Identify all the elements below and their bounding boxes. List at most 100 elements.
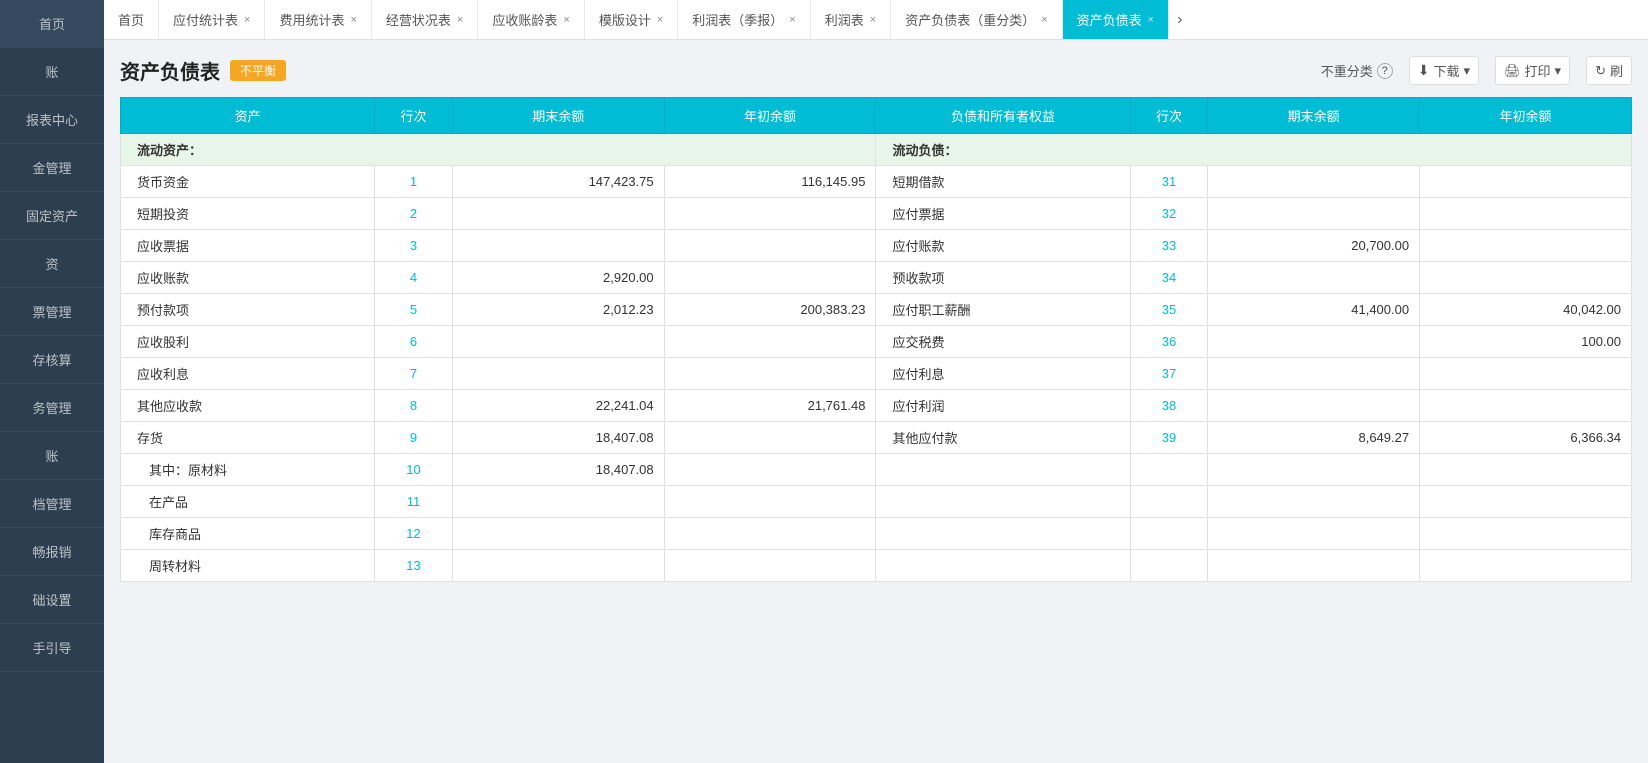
end-balance-right: 20,700.00 xyxy=(1208,230,1420,262)
page-title: 资产负债表 xyxy=(120,56,220,85)
tab-profit[interactable]: 利润表× xyxy=(811,0,891,40)
end-balance-right xyxy=(1208,262,1420,294)
col-row-num: 行次 xyxy=(375,98,453,134)
end-balance-right xyxy=(1208,390,1420,422)
asset-name: 应收股利 xyxy=(121,326,375,358)
row-num-left: 13 xyxy=(375,550,453,582)
row-num-right: 36 xyxy=(1130,326,1208,358)
end-balance-left: 2,012.23 xyxy=(452,294,664,326)
tab-balance-sheet[interactable]: 资产负债表× xyxy=(1063,0,1169,40)
year-start-right xyxy=(1420,454,1632,486)
sidebar-item-inventory[interactable]: 存核算 xyxy=(0,336,104,384)
sidebar-item-invoice-mgmt[interactable]: 票管理 xyxy=(0,288,104,336)
close-tab-balance-reclassified[interactable]: × xyxy=(1041,14,1047,26)
year-start-right xyxy=(1420,262,1632,294)
table-row: 应收利息 7 应付利息 37 xyxy=(121,358,1632,390)
year-start-left xyxy=(664,550,876,582)
end-balance-right: 8,649.27 xyxy=(1208,422,1420,454)
col-row-num2: 行次 xyxy=(1130,98,1208,134)
year-start-right xyxy=(1420,486,1632,518)
liability-name: 应付职工薪酬 xyxy=(876,294,1130,326)
asset-name: 货币资金 xyxy=(121,166,375,198)
end-balance-right xyxy=(1208,358,1420,390)
end-balance-left xyxy=(452,326,664,358)
sidebar-item-tax-mgmt[interactable]: 务管理 xyxy=(0,384,104,432)
table-row: 应收账款 4 2,920.00 预收款项 34 xyxy=(121,262,1632,294)
close-tab-payable-stats[interactable]: × xyxy=(244,14,250,26)
close-tab-expense-stats[interactable]: × xyxy=(350,14,356,26)
tab-profit-quarterly[interactable]: 利润表（季报）× xyxy=(678,0,810,40)
sidebar-item-ledger[interactable]: 账 xyxy=(0,48,104,96)
liability-name xyxy=(876,550,1130,582)
table-row: 预付款项 5 2,012.23 200,383.23 应付职工薪酬 35 41,… xyxy=(121,294,1632,326)
table-row: 库存商品 12 xyxy=(121,518,1632,550)
end-balance-left: 18,407.08 xyxy=(452,422,664,454)
tab-operations[interactable]: 经营状况表× xyxy=(372,0,478,40)
table-row: 应收股利 6 应交税费 36 100.00 xyxy=(121,326,1632,358)
toolbar-right: 不重分类 ? ⬇ 下载 ▾ 🖨 打印 ▾ ↻ 刷 xyxy=(1321,56,1632,85)
sidebar-item-fixed-assets[interactable]: 固定资产 xyxy=(0,192,104,240)
close-tab-template-design[interactable]: × xyxy=(657,14,663,26)
asset-name: 存货 xyxy=(121,422,375,454)
close-tab-operations[interactable]: × xyxy=(457,14,463,26)
content-area: 资产负债表 不平衡 不重分类 ? ⬇ 下载 ▾ 🖨 打印 ▾ xyxy=(104,40,1648,763)
help-icon[interactable]: ? xyxy=(1377,63,1393,79)
sidebar-item-home[interactable]: 首页 xyxy=(0,0,104,48)
print-chevron-icon: ▾ xyxy=(1555,63,1562,79)
end-balance-left xyxy=(452,358,664,390)
liability-name: 应交税费 xyxy=(876,326,1130,358)
close-tab-profit[interactable]: × xyxy=(870,14,876,26)
year-start-left xyxy=(664,518,876,550)
end-balance-left: 147,423.75 xyxy=(452,166,664,198)
sidebar-item-fund-mgmt[interactable]: 金管理 xyxy=(0,144,104,192)
sidebar-item-accounting[interactable]: 账 xyxy=(0,432,104,480)
tab-payable-stats[interactable]: 应付统计表× xyxy=(159,0,265,40)
print-button[interactable]: 🖨 打印 ▾ xyxy=(1495,56,1570,85)
close-tab-receivable-aging[interactable]: × xyxy=(563,14,569,26)
tab-template-design[interactable]: 模版设计× xyxy=(585,0,678,40)
tab-bar: 首页 应付统计表× 费用统计表× 经营状况表× 应收账龄表× 模版设计× 利润表… xyxy=(104,0,1648,40)
main-area: 首页 应付统计表× 费用统计表× 经营状况表× 应收账龄表× 模版设计× 利润表… xyxy=(104,0,1648,763)
row-num-left: 5 xyxy=(375,294,453,326)
year-start-left xyxy=(664,326,876,358)
sidebar-item-guide[interactable]: 手引导 xyxy=(0,624,104,672)
sidebar-item-capital[interactable]: 资 xyxy=(0,240,104,288)
end-balance-right: 41,400.00 xyxy=(1208,294,1420,326)
end-balance-left: 18,407.08 xyxy=(452,454,664,486)
classify-toggle[interactable]: 不重分类 ? xyxy=(1321,61,1393,80)
tab-home[interactable]: 首页 xyxy=(104,0,159,40)
row-num-left: 11 xyxy=(375,486,453,518)
year-start-left: 116,145.95 xyxy=(664,166,876,198)
print-icon: 🖨 xyxy=(1504,63,1521,79)
table-row: 短期投资 2 应付票据 32 xyxy=(121,198,1632,230)
row-num-left: 9 xyxy=(375,422,453,454)
end-balance-right xyxy=(1208,326,1420,358)
tab-receivable-aging[interactable]: 应收账龄表× xyxy=(478,0,584,40)
col-liability: 负债和所有者权益 xyxy=(876,98,1130,134)
year-start-right xyxy=(1420,390,1632,422)
liability-name: 应付账款 xyxy=(876,230,1130,262)
close-tab-balance-sheet[interactable]: × xyxy=(1148,14,1154,26)
refresh-button[interactable]: ↻ 刷 xyxy=(1586,56,1632,85)
tab-expense-stats[interactable]: 费用统计表× xyxy=(265,0,371,40)
sidebar-item-archive-mgmt[interactable]: 档管理 xyxy=(0,480,104,528)
sidebar-item-settings[interactable]: 础设置 xyxy=(0,576,104,624)
download-button[interactable]: ⬇ 下载 ▾ xyxy=(1409,56,1479,85)
tab-balance-reclassified[interactable]: 资产负债表（重分类）× xyxy=(891,0,1062,40)
close-tab-profit-quarterly[interactable]: × xyxy=(789,14,795,26)
refresh-icon: ↻ xyxy=(1595,63,1606,79)
year-start-right xyxy=(1420,518,1632,550)
status-badge: 不平衡 xyxy=(230,60,286,81)
table-row: 其中：原材料 10 18,407.08 xyxy=(121,454,1632,486)
sidebar-item-expense[interactable]: 畅报销 xyxy=(0,528,104,576)
sidebar: 首页 账 报表中心 金管理 固定资产 资 票管理 存核算 务管理 账 档管理 畅… xyxy=(0,0,104,763)
year-start-right: 40,042.00 xyxy=(1420,294,1632,326)
year-start-left xyxy=(664,454,876,486)
year-start-left xyxy=(664,358,876,390)
row-num-right: 34 xyxy=(1130,262,1208,294)
end-balance-right xyxy=(1208,550,1420,582)
tab-nav-right[interactable]: › xyxy=(1169,11,1190,29)
col-end-balance2: 期末余额 xyxy=(1208,98,1420,134)
sidebar-item-report-center[interactable]: 报表中心 xyxy=(0,96,104,144)
liability-name xyxy=(876,518,1130,550)
